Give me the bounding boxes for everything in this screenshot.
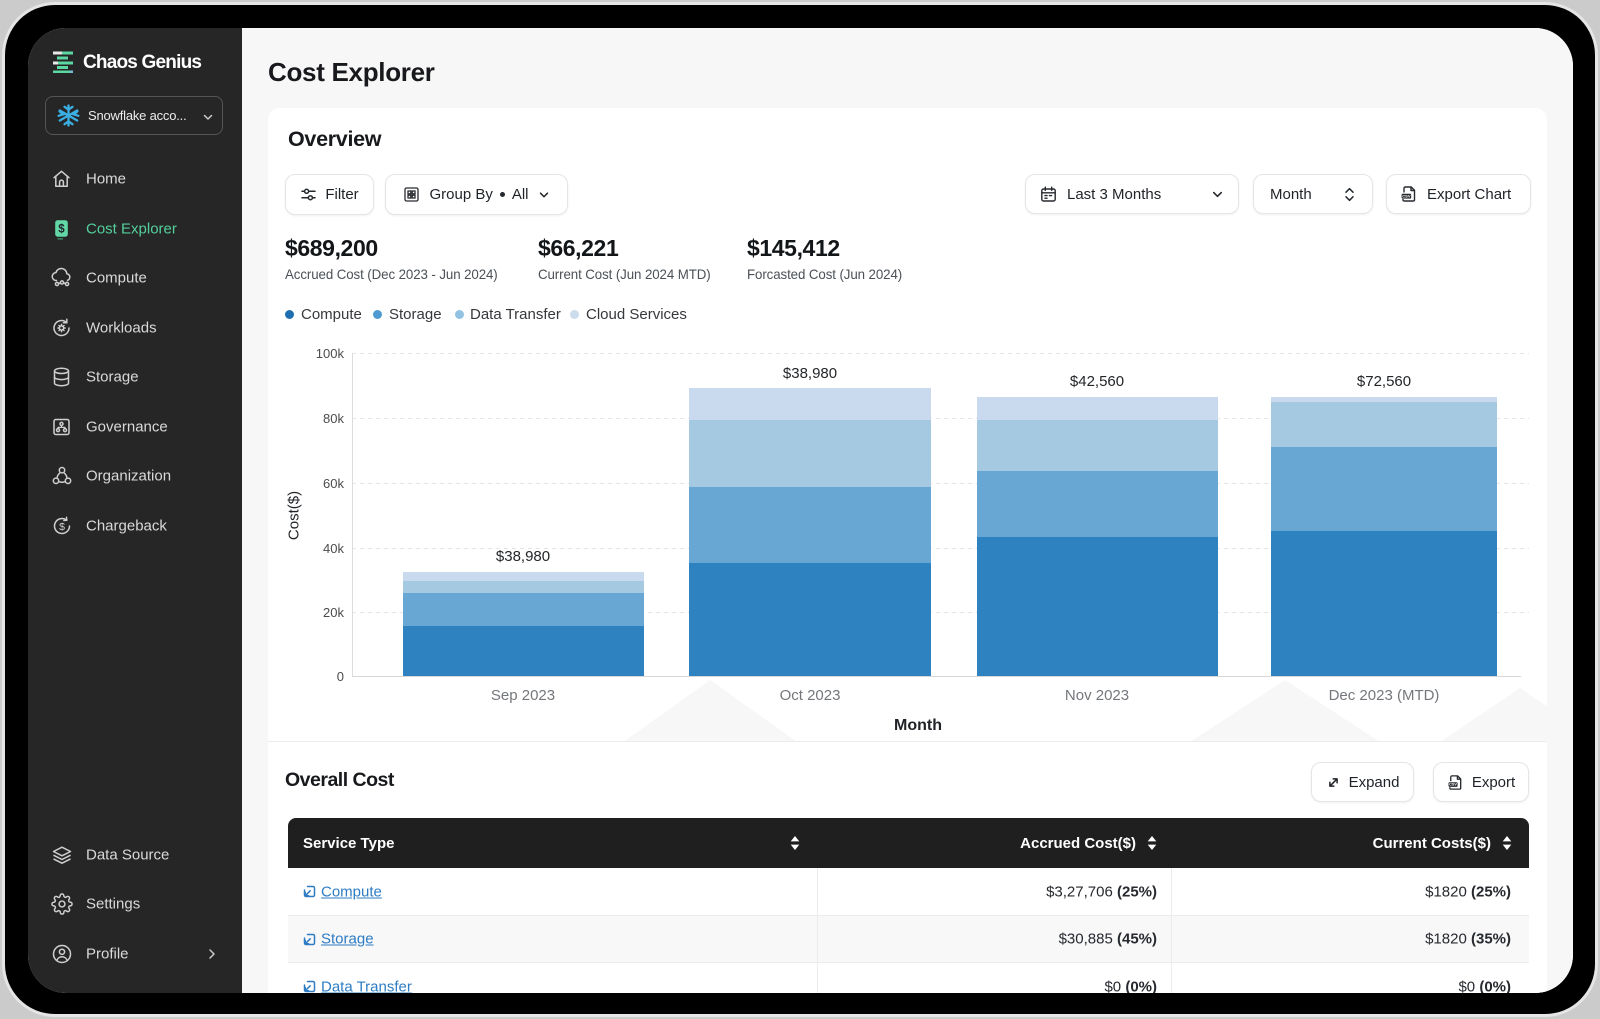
svg-text:CSV: CSV — [1402, 193, 1411, 198]
svg-text:CSV: CSV — [1449, 782, 1457, 786]
svg-text:$: $ — [58, 224, 65, 236]
svg-text:$: $ — [59, 521, 65, 533]
